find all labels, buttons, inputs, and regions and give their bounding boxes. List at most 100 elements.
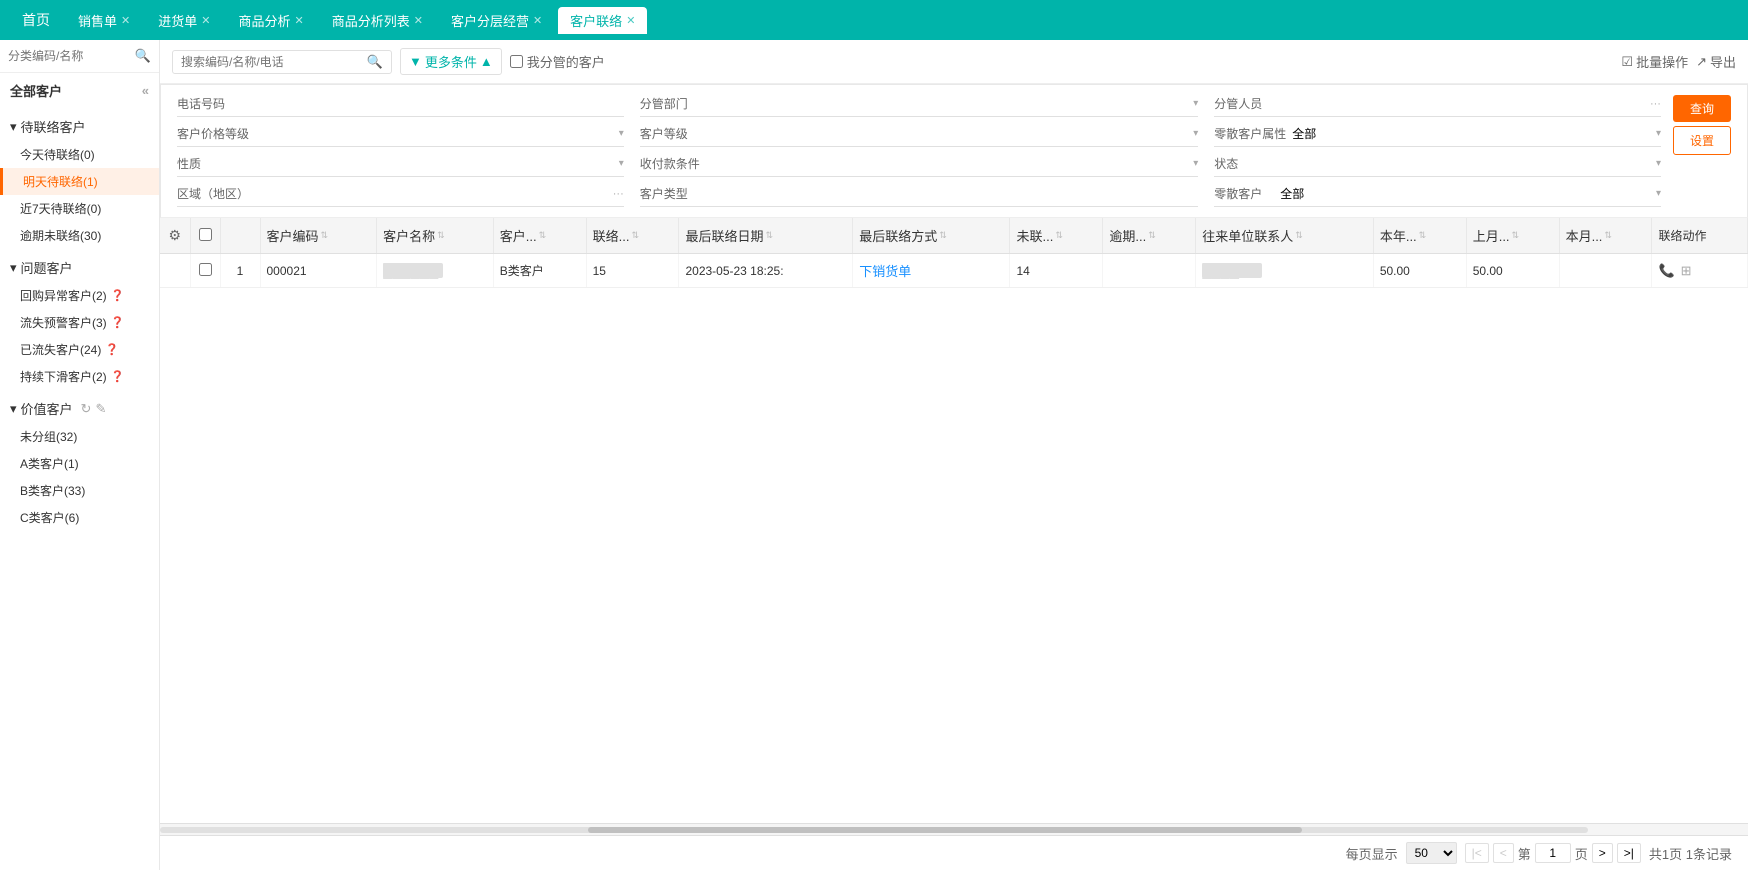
sort-icon[interactable]: ⇅ [1148,230,1156,241]
more-icon[interactable]: ··· [613,188,624,200]
refresh-icon[interactable]: ↻ [81,401,92,417]
cell-checkbox[interactable] [190,254,220,288]
close-icon[interactable]: ✕ [201,14,210,27]
nav-item-productanalysis[interactable]: 商品分析 ✕ [226,7,315,34]
col-last-contact-method-header[interactable]: 最后联络方式⇅ [853,218,1010,254]
nav-item-customerlayers[interactable]: 客户分层经营 ✕ [439,7,554,34]
row-checkbox[interactable] [199,263,212,276]
col-contact-person-header[interactable]: 往来单位联系人⇅ [1196,218,1374,254]
col-type-header[interactable]: 客户...⇅ [493,218,586,254]
sidebar-item-7days[interactable]: 近7天待联络(0) [0,195,159,222]
sidebar-item-unclassified[interactable]: 未分组(32) [0,423,159,450]
chevron-down-icon[interactable]: ▾ [1656,158,1661,169]
close-icon[interactable]: ✕ [414,14,423,27]
col-contact-header[interactable]: 联络...⇅ [586,218,679,254]
sidebar-item-class-a[interactable]: A类客户(1) [0,450,159,477]
col-overdue-header[interactable]: 逾期...⇅ [1103,218,1196,254]
sort-icon[interactable]: ⇅ [1055,230,1063,241]
chevron-down-icon[interactable]: ▾ [619,158,624,169]
chevron-down-icon[interactable]: ▾ [1656,128,1661,139]
chevron-down-icon[interactable]: ▾ [1193,128,1198,139]
col-last-contact-date-header[interactable]: 最后联络日期⇅ [679,218,853,254]
sort-icon[interactable]: ⇅ [321,230,329,241]
export-btn[interactable]: ↗ 导出 [1696,52,1736,71]
chevron-down-icon[interactable]: ▾ [1193,98,1198,109]
search-icon[interactable]: 🔍 [135,48,151,64]
toolbar-search-box[interactable]: 🔍 [172,50,392,74]
sidebar-item-churned[interactable]: 已流失客户(24) ❓ [0,336,159,363]
filter-customer-type-input[interactable] [706,187,1198,201]
nav-item-customercontact[interactable]: 客户联络 ✕ [558,7,647,34]
col-settings-header[interactable]: ⚙ [160,218,190,254]
my-customers-checkbox[interactable]: 我分管的客户 [510,52,605,71]
sidebar-item-tomorrow[interactable]: 明天待联络(1) [0,168,159,195]
chevron-down-icon[interactable]: ▾ [1656,188,1661,199]
search-input[interactable] [181,55,363,69]
collapse-icon[interactable]: « [142,83,149,98]
filter-phone-input[interactable] [243,97,624,111]
gear-icon[interactable]: ⚙ [168,227,181,243]
filter-nature-input[interactable] [243,157,613,171]
filter-dept-input[interactable] [706,97,1187,111]
filter-person-input[interactable] [1280,97,1644,111]
close-icon[interactable]: ✕ [533,14,542,27]
cell-last-contact-method[interactable]: 下销货单 [853,254,1010,288]
sort-icon[interactable]: ⇅ [437,230,445,241]
col-uncontacted-header[interactable]: 未联...⇅ [1010,218,1103,254]
chevron-down-icon[interactable]: ▾ [1193,158,1198,169]
col-last-month-header[interactable]: 上月...⇅ [1466,218,1559,254]
col-checkbox-header[interactable] [190,218,220,254]
col-code-header[interactable]: 客户编码⇅ [260,218,377,254]
sidebar-item-churn-warning[interactable]: 流失预警客户(3) ❓ [0,309,159,336]
sidebar-item-repurchase-abnormal[interactable]: 回购异常客户(2) ❓ [0,282,159,309]
filter-status-input[interactable] [1280,157,1650,171]
next-page-btn[interactable]: > [1592,843,1613,863]
sidebar-item-class-b[interactable]: B类客户(33) [0,477,159,504]
close-icon[interactable]: ✕ [294,14,303,27]
sort-icon[interactable]: ⇅ [765,230,773,241]
filter-price-level-input[interactable] [255,127,613,141]
select-all-checkbox[interactable] [199,228,212,241]
sort-icon[interactable]: ⇅ [539,230,547,241]
close-icon[interactable]: ✕ [121,14,130,27]
col-name-header[interactable]: 客户名称⇅ [377,218,494,254]
sidebar-item-today[interactable]: 今天待联络(0) [0,141,159,168]
per-page-select[interactable]: 50 100 200 [1406,842,1457,864]
first-page-btn[interactable]: |< [1465,843,1489,863]
col-this-month-header[interactable]: 本月...⇅ [1559,218,1652,254]
sidebar: 🔍 全部客户 « ▾ 待联络客户 今天待联络(0) 明天待联络(1) 近7天待联… [0,40,160,870]
sidebar-item-overdue[interactable]: 逾期未联络(30) [0,222,159,249]
nav-item-purchaseorder[interactable]: 进货单 ✕ [146,7,222,34]
sort-icon[interactable]: ⇅ [1419,230,1427,241]
prev-page-btn[interactable]: < [1493,843,1514,863]
close-icon[interactable]: ✕ [626,14,635,27]
nav-item-productanalysislist[interactable]: 商品分析列表 ✕ [320,7,435,34]
filter-payment-input[interactable] [706,157,1187,171]
page-input[interactable] [1535,843,1571,863]
grid-icon[interactable]: ⊞ [1681,263,1692,279]
nav-item-salesorder[interactable]: 销售单 ✕ [66,7,142,34]
more-icon[interactable]: ··· [1650,98,1661,110]
chevron-down-icon[interactable]: ▾ [619,128,624,139]
sort-icon[interactable]: ⇅ [1512,230,1520,241]
sort-icon[interactable]: ⇅ [1295,230,1303,241]
col-this-year-header[interactable]: 本年...⇅ [1373,218,1466,254]
sort-icon[interactable]: ⇅ [939,230,947,241]
set-button[interactable]: 设置 [1673,126,1731,155]
last-page-btn[interactable]: >| [1617,843,1641,863]
last-contact-method-link[interactable]: 下销货单 [859,264,911,279]
filter-region-input[interactable] [255,187,607,201]
batch-operation-btn[interactable]: ☑ 批量操作 [1621,52,1688,71]
sidebar-search-input[interactable] [8,49,135,63]
sidebar-item-declining[interactable]: 持续下滑客户(2) ❓ [0,363,159,390]
nav-home[interactable]: 首页 [10,6,62,34]
sidebar-item-class-c[interactable]: C类客户(6) [0,504,159,531]
sort-icon[interactable]: ⇅ [631,230,639,241]
search-icon[interactable]: 🔍 [367,54,383,70]
edit-icon[interactable]: ✎ [95,401,106,417]
query-button[interactable]: 查询 [1673,95,1731,122]
phone-icon[interactable]: 📞 [1658,263,1674,279]
sort-icon[interactable]: ⇅ [1604,230,1612,241]
filter-customer-level-input[interactable] [706,127,1187,141]
filter-more-btn[interactable]: ▼ 更多条件 ▲ [400,48,502,75]
